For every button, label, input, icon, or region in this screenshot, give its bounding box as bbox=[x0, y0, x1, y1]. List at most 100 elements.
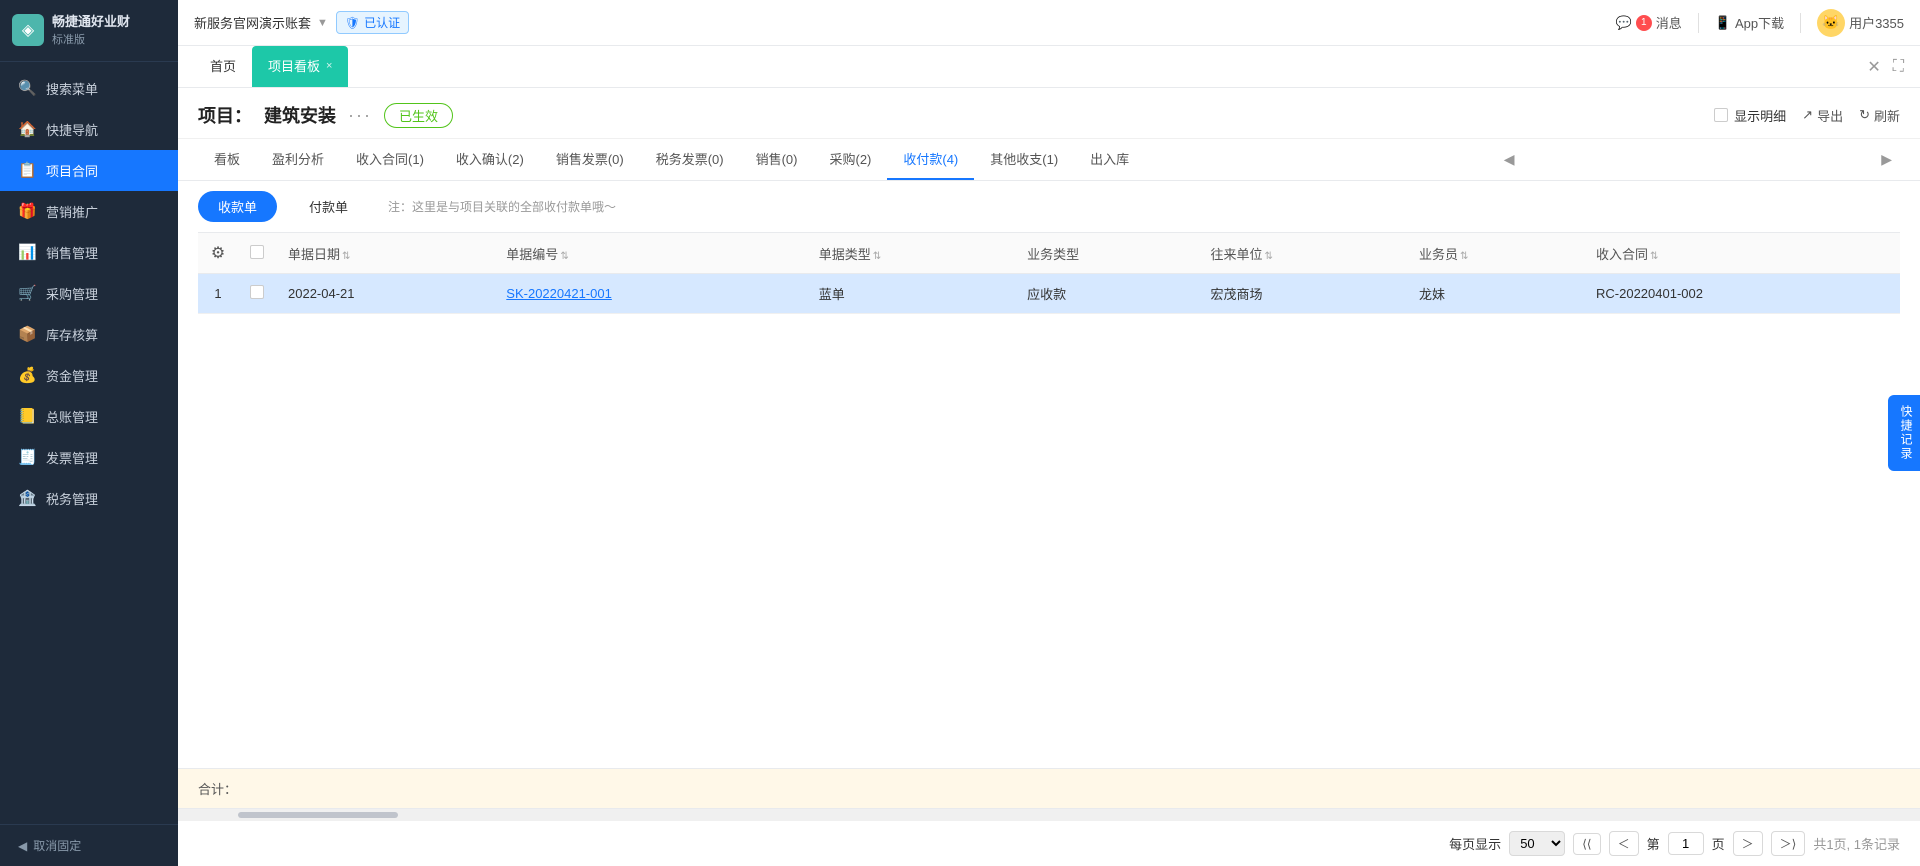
divider2 bbox=[1800, 13, 1801, 33]
app-title: 畅捷通好业财 bbox=[52, 14, 130, 31]
win-controls: ✕ ⛶ bbox=[1867, 46, 1904, 87]
sub-tabs: 看板盈利分析收入合同(1)收入确认(2)销售发票(0)税务发票(0)销售(0)采… bbox=[178, 139, 1920, 181]
tab-project-board-label: 项目看板 bbox=[268, 56, 320, 75]
divider bbox=[1698, 13, 1699, 33]
col-salesperson: 业务员⇅ bbox=[1407, 233, 1584, 274]
sidebar-item-search[interactable]: 🔍搜索菜单 bbox=[0, 68, 178, 109]
nav-icon-contract: 📋 bbox=[18, 161, 36, 179]
col-doc-no-label: 单据编号 bbox=[506, 247, 558, 262]
col-doc-date: 单据日期⇅ bbox=[276, 233, 494, 274]
subtab-left-arrow[interactable]: ◀ bbox=[1496, 141, 1523, 178]
cell-income-contract: RC-20220401-002 bbox=[1584, 274, 1900, 314]
table-row[interactable]: 1 2022-04-21 SK-20220421-001 蓝单 应收款 宏茂商场… bbox=[198, 274, 1900, 314]
sidebar-item-contract[interactable]: 📋 项目合同 bbox=[0, 150, 178, 191]
app-download-btn[interactable]: 📱 App下载 bbox=[1715, 13, 1784, 32]
subtab-right-arrow[interactable]: ▶ bbox=[1873, 141, 1900, 178]
sub-tab-tax_invoice[interactable]: 税务发票(0) bbox=[640, 139, 740, 180]
first-page-btn[interactable]: ⟨⟨ bbox=[1573, 833, 1600, 855]
page-input[interactable] bbox=[1668, 832, 1704, 855]
page-label: 第 bbox=[1647, 834, 1660, 853]
sub-tab-purchase[interactable]: 采购(2) bbox=[813, 139, 887, 180]
sidebar-item-quicknav[interactable]: 🏠快捷导航 bbox=[0, 109, 178, 150]
scroll-track[interactable] bbox=[178, 808, 1920, 820]
sidebar-footer[interactable]: ◀ 取消固定 bbox=[0, 824, 178, 866]
sub-tab-income_contract[interactable]: 收入合同(1) bbox=[340, 139, 440, 180]
refresh-btn[interactable]: ↻ 刷新 bbox=[1859, 106, 1900, 125]
unpin-icon: ◀ bbox=[18, 839, 27, 853]
sidebar-item-marketing[interactable]: 🎁营销推广 bbox=[0, 191, 178, 232]
sidebar-nav: 🔍搜索菜单🏠快捷导航 📋 项目合同 🎁营销推广📊销售管理 🛒 采购管理 📦库存核算💰资金管理… bbox=[0, 62, 178, 824]
sidebar-item-tax[interactable]: 🏦税务管理 bbox=[0, 478, 178, 519]
sidebar-item-inventory[interactable]: 📦库存核算 bbox=[0, 314, 178, 355]
total-pages-label: 共1页, 1条记录 bbox=[1813, 834, 1900, 853]
col-checkbox bbox=[238, 233, 276, 274]
message-icon: 💬 bbox=[1616, 15, 1632, 31]
sort-icon-type[interactable]: ⇅ bbox=[873, 251, 881, 262]
sub-tab-sales[interactable]: 销售(0) bbox=[740, 139, 814, 180]
col-doc-date-label: 单据日期 bbox=[288, 247, 340, 262]
nav-icon-ledger: 📒 bbox=[18, 407, 36, 425]
receipt-tab-btn[interactable]: 收款单 bbox=[198, 191, 277, 222]
project-more-btn[interactable]: ··· bbox=[348, 105, 372, 126]
per-page-select[interactable]: 50 20 100 bbox=[1509, 831, 1565, 856]
export-btn[interactable]: ↗ 导出 bbox=[1802, 106, 1843, 125]
next-page-btn[interactable]: ＞ bbox=[1733, 831, 1763, 856]
scroll-thumb[interactable] bbox=[238, 812, 398, 818]
last-page-btn[interactable]: ＞⟩ bbox=[1771, 831, 1806, 856]
close-window-btn[interactable]: ✕ bbox=[1867, 57, 1880, 77]
sidebar-item-invoice[interactable]: 🧾发票管理 bbox=[0, 437, 178, 478]
sort-icon-partner[interactable]: ⇅ bbox=[1265, 251, 1273, 262]
col-doc-type-label: 单据类型 bbox=[819, 247, 871, 262]
sub-tab-kanban[interactable]: 看板 bbox=[198, 139, 256, 180]
sub-tab-sales_invoice[interactable]: 销售发票(0) bbox=[540, 139, 640, 180]
nav-icon-inventory: 📦 bbox=[18, 325, 36, 343]
col-doc-no: 单据编号⇅ bbox=[494, 233, 806, 274]
row-checkbox-0[interactable] bbox=[250, 285, 264, 299]
nav-icon-purchase: 🛒 bbox=[18, 284, 36, 302]
float-record-btn[interactable]: 快捷记录 bbox=[1888, 395, 1920, 471]
sort-icon-no[interactable]: ⇅ bbox=[560, 251, 568, 262]
total-label: 合计： bbox=[198, 779, 237, 798]
main-area: 新服务官网演示账套 ▼ 🛡 已认证 💬 1 消息 📱 App下载 🐱 用 bbox=[178, 0, 1920, 866]
sort-icon-salesperson[interactable]: ⇅ bbox=[1460, 251, 1468, 262]
select-all-checkbox[interactable] bbox=[250, 245, 264, 259]
nav-icon-tax: 🏦 bbox=[18, 489, 36, 507]
cell-cb bbox=[238, 274, 276, 314]
nav-label-contract: 项目合同 bbox=[46, 161, 98, 180]
account-selector[interactable]: 新服务官网演示账套 ▼ bbox=[194, 13, 328, 32]
message-badge: 1 bbox=[1636, 15, 1652, 31]
message-btn[interactable]: 💬 1 消息 bbox=[1616, 13, 1682, 32]
sort-icon-contract[interactable]: ⇅ bbox=[1650, 251, 1658, 262]
sidebar-item-ledger[interactable]: 📒总账管理 bbox=[0, 396, 178, 437]
content-area: 项目： 建筑安装 ··· 已生效 显示明细 ↗ 导出 ↻ 刷新 bbox=[178, 88, 1920, 866]
sub-tab-income_confirm[interactable]: 收入确认(2) bbox=[440, 139, 540, 180]
table-header-row: ⚙ 单据日期⇅ 单据编号⇅ 单据类型⇅ 业务类型 往来单位⇅ 业务员⇅ 收入合同… bbox=[198, 233, 1900, 274]
user-menu-btn[interactable]: 🐱 用户3355 bbox=[1817, 9, 1904, 37]
app-download-label: App下载 bbox=[1735, 13, 1784, 32]
nav-label-invoice: 发票管理 bbox=[46, 448, 98, 467]
sort-icon-date[interactable]: ⇅ bbox=[342, 251, 350, 262]
tab-project-board[interactable]: 项目看板 × bbox=[252, 46, 348, 87]
sidebar-item-sales[interactable]: 📊销售管理 bbox=[0, 232, 178, 273]
nav-label-search: 搜索菜单 bbox=[46, 79, 98, 98]
tab-close-icon[interactable]: × bbox=[326, 60, 332, 72]
account-name: 新服务官网演示账套 bbox=[194, 13, 311, 32]
prev-page-btn[interactable]: ＜ bbox=[1609, 831, 1639, 856]
show-detail-checkbox[interactable] bbox=[1714, 108, 1728, 122]
nav-icon-marketing: 🎁 bbox=[18, 202, 36, 220]
settings-icon[interactable]: ⚙ bbox=[211, 245, 225, 262]
sub-tab-profit[interactable]: 盈利分析 bbox=[256, 139, 340, 180]
sidebar-item-capital[interactable]: 💰资金管理 bbox=[0, 355, 178, 396]
nav-label-purchase: 采购管理 bbox=[46, 284, 98, 303]
sub-tab-receipt[interactable]: 收付款(4) bbox=[887, 139, 974, 180]
expand-window-btn[interactable]: ⛶ bbox=[1893, 58, 1904, 76]
show-detail-toggle[interactable]: 显示明细 bbox=[1714, 106, 1786, 125]
payment-tab-btn[interactable]: 付款单 bbox=[289, 191, 368, 222]
tab-home[interactable]: 首页 bbox=[194, 46, 252, 87]
sidebar-item-purchase[interactable]: 🛒 采购管理 bbox=[0, 273, 178, 314]
doc-no-link-0[interactable]: SK-20220421-001 bbox=[506, 286, 612, 301]
sub-tab-other_expense[interactable]: 其他收支(1) bbox=[974, 139, 1074, 180]
app-logo: ◈ bbox=[12, 14, 44, 46]
sub-tab-warehouse[interactable]: 出入库 bbox=[1074, 139, 1145, 180]
cell-no: 1 bbox=[198, 274, 238, 314]
